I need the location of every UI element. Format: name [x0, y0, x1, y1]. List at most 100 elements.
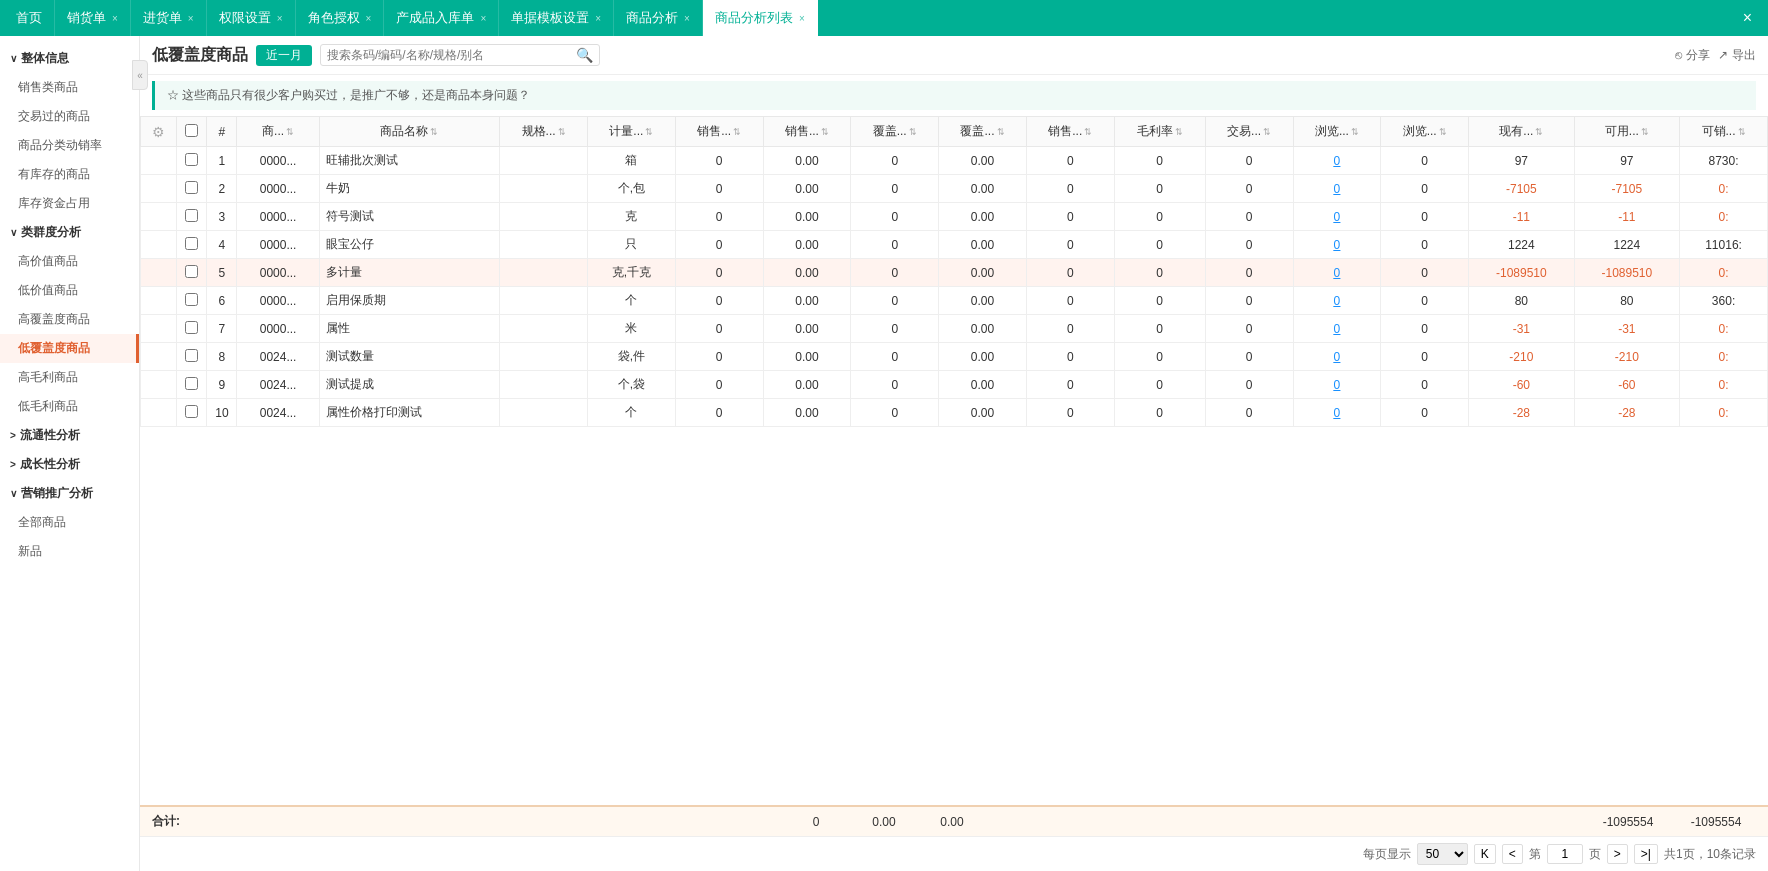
prev-page-button[interactable]: <	[1502, 844, 1523, 864]
close-icon[interactable]: ×	[188, 13, 194, 24]
nav-product-analysis-list[interactable]: 商品分析列表 ×	[703, 0, 818, 36]
sidebar-section-flow-analysis[interactable]: > 流通性分析	[0, 421, 139, 450]
close-icon[interactable]: ×	[799, 13, 805, 24]
close-icon[interactable]: ×	[684, 13, 690, 24]
column-settings[interactable]: ⚙	[141, 117, 177, 147]
row-checkbox-cell[interactable]	[177, 399, 207, 427]
column-sellable[interactable]: 可销...⇅	[1680, 117, 1768, 147]
sidebar-item-low-value[interactable]: 低价值商品	[0, 276, 139, 305]
row-checkbox-cell[interactable]	[177, 371, 207, 399]
row-name: 符号测试	[319, 203, 499, 231]
column-sales-amt[interactable]: 销售...⇅	[763, 117, 851, 147]
row-checkbox[interactable]	[185, 321, 198, 334]
row-checkbox-cell[interactable]	[177, 287, 207, 315]
row-checkbox-cell[interactable]	[177, 231, 207, 259]
sidebar-item-high-value[interactable]: 高价值商品	[0, 247, 139, 276]
row-checkbox-cell[interactable]	[177, 147, 207, 175]
sidebar-item-category-movement[interactable]: 商品分类动销率	[0, 131, 139, 160]
row-checkbox-cell[interactable]	[177, 203, 207, 231]
column-sales2[interactable]: 销售...⇅	[1026, 117, 1114, 147]
close-icon[interactable]: ×	[277, 13, 283, 24]
close-icon[interactable]: ×	[112, 13, 118, 24]
row-browse1[interactable]: 0	[1293, 315, 1381, 343]
first-page-button[interactable]: K	[1474, 844, 1496, 864]
sidebar-item-high-margin[interactable]: 高毛利商品	[0, 363, 139, 392]
sidebar-item-sales-products[interactable]: 销售类商品	[0, 73, 139, 102]
sidebar-section-growth-analysis[interactable]: > 成长性分析	[0, 450, 139, 479]
sidebar-item-in-stock[interactable]: 有库存的商品	[0, 160, 139, 189]
sidebar-item-traded-products[interactable]: 交易过的商品	[0, 102, 139, 131]
row-browse1[interactable]: 0	[1293, 147, 1381, 175]
row-checkbox[interactable]	[185, 405, 198, 418]
row-browse1[interactable]: 0	[1293, 287, 1381, 315]
sidebar-item-stock-capital[interactable]: 库存资金占用	[0, 189, 139, 218]
column-code[interactable]: 商...⇅	[237, 117, 319, 147]
column-available[interactable]: 可用...⇅	[1574, 117, 1680, 147]
row-checkbox[interactable]	[185, 153, 198, 166]
row-checkbox[interactable]	[185, 265, 198, 278]
row-browse1[interactable]: 0	[1293, 343, 1381, 371]
column-name[interactable]: 商品名称⇅	[319, 117, 499, 147]
sidebar-collapse-button[interactable]: «	[132, 60, 148, 90]
next-page-button[interactable]: >	[1607, 844, 1628, 864]
sidebar-item-all-products[interactable]: 全部商品	[0, 508, 139, 537]
sidebar-item-high-coverage[interactable]: 高覆盖度商品	[0, 305, 139, 334]
row-checkbox[interactable]	[185, 181, 198, 194]
close-icon[interactable]: ×	[480, 13, 486, 24]
column-gross-rate[interactable]: 毛利率⇅	[1114, 117, 1205, 147]
row-browse1[interactable]: 0	[1293, 203, 1381, 231]
sidebar-section-group-analysis[interactable]: ∨ 类群度分析	[0, 218, 139, 247]
sidebar-item-low-margin[interactable]: 低毛利商品	[0, 392, 139, 421]
nav-permissions[interactable]: 权限设置 ×	[207, 0, 296, 36]
nav-purchase-order[interactable]: 进货单 ×	[131, 0, 207, 36]
column-trade[interactable]: 交易...⇅	[1205, 117, 1293, 147]
nav-sales-order[interactable]: 销货单 ×	[55, 0, 131, 36]
column-browse1[interactable]: 浏览...⇅	[1293, 117, 1381, 147]
nav-role-auth[interactable]: 角色授权 ×	[296, 0, 385, 36]
column-current[interactable]: 现有...⇅	[1469, 117, 1575, 147]
gear-icon[interactable]: ⚙	[152, 124, 165, 140]
window-close-button[interactable]: ×	[1731, 9, 1764, 27]
column-coverage2[interactable]: 覆盖...⇅	[939, 117, 1027, 147]
row-browse1[interactable]: 0	[1293, 175, 1381, 203]
nav-template-settings[interactable]: 单据模板设置 ×	[499, 0, 614, 36]
row-browse1[interactable]: 0	[1293, 259, 1381, 287]
search-icon[interactable]: 🔍	[576, 47, 593, 63]
page-number-input[interactable]	[1547, 844, 1583, 864]
sidebar-section-marketing-analysis[interactable]: ∨ 营销推广分析	[0, 479, 139, 508]
row-browse1[interactable]: 0	[1293, 231, 1381, 259]
column-sales-qty[interactable]: 销售...⇅	[675, 117, 763, 147]
column-spec[interactable]: 规格...⇅	[500, 117, 588, 147]
close-icon[interactable]: ×	[366, 13, 372, 24]
per-page-select[interactable]: 50 20 100 200	[1417, 843, 1468, 865]
row-checkbox[interactable]	[185, 377, 198, 390]
sidebar-item-low-coverage[interactable]: 低覆盖度商品	[0, 334, 139, 363]
sort-icon: ⇅	[286, 127, 294, 137]
nav-product-warehouse[interactable]: 产成品入库单 ×	[384, 0, 499, 36]
row-checkbox-cell[interactable]	[177, 343, 207, 371]
nav-home[interactable]: 首页	[4, 0, 55, 36]
nav-product-analysis[interactable]: 商品分析 ×	[614, 0, 703, 36]
row-checkbox[interactable]	[185, 237, 198, 250]
column-select-all[interactable]	[177, 117, 207, 147]
row-checkbox[interactable]	[185, 293, 198, 306]
row-browse1[interactable]: 0	[1293, 371, 1381, 399]
sidebar-item-new-products[interactable]: 新品	[0, 537, 139, 566]
select-all-checkbox[interactable]	[185, 124, 198, 137]
column-unit[interactable]: 计量...⇅	[587, 117, 675, 147]
period-button[interactable]: 近一月	[256, 45, 312, 66]
row-checkbox-cell[interactable]	[177, 315, 207, 343]
share-button[interactable]: ⎋ 分享	[1675, 47, 1710, 64]
close-icon[interactable]: ×	[595, 13, 601, 24]
row-checkbox[interactable]	[185, 209, 198, 222]
column-browse2[interactable]: 浏览...⇅	[1381, 117, 1469, 147]
search-input[interactable]	[327, 48, 576, 62]
column-coverage1[interactable]: 覆盖...⇅	[851, 117, 939, 147]
row-checkbox[interactable]	[185, 349, 198, 362]
sidebar-section-overall[interactable]: ∨ 整体信息	[0, 44, 139, 73]
row-browse1[interactable]: 0	[1293, 399, 1381, 427]
row-checkbox-cell[interactable]	[177, 259, 207, 287]
last-page-button[interactable]: >|	[1634, 844, 1658, 864]
row-checkbox-cell[interactable]	[177, 175, 207, 203]
export-button[interactable]: ↗ 导出	[1718, 47, 1756, 64]
